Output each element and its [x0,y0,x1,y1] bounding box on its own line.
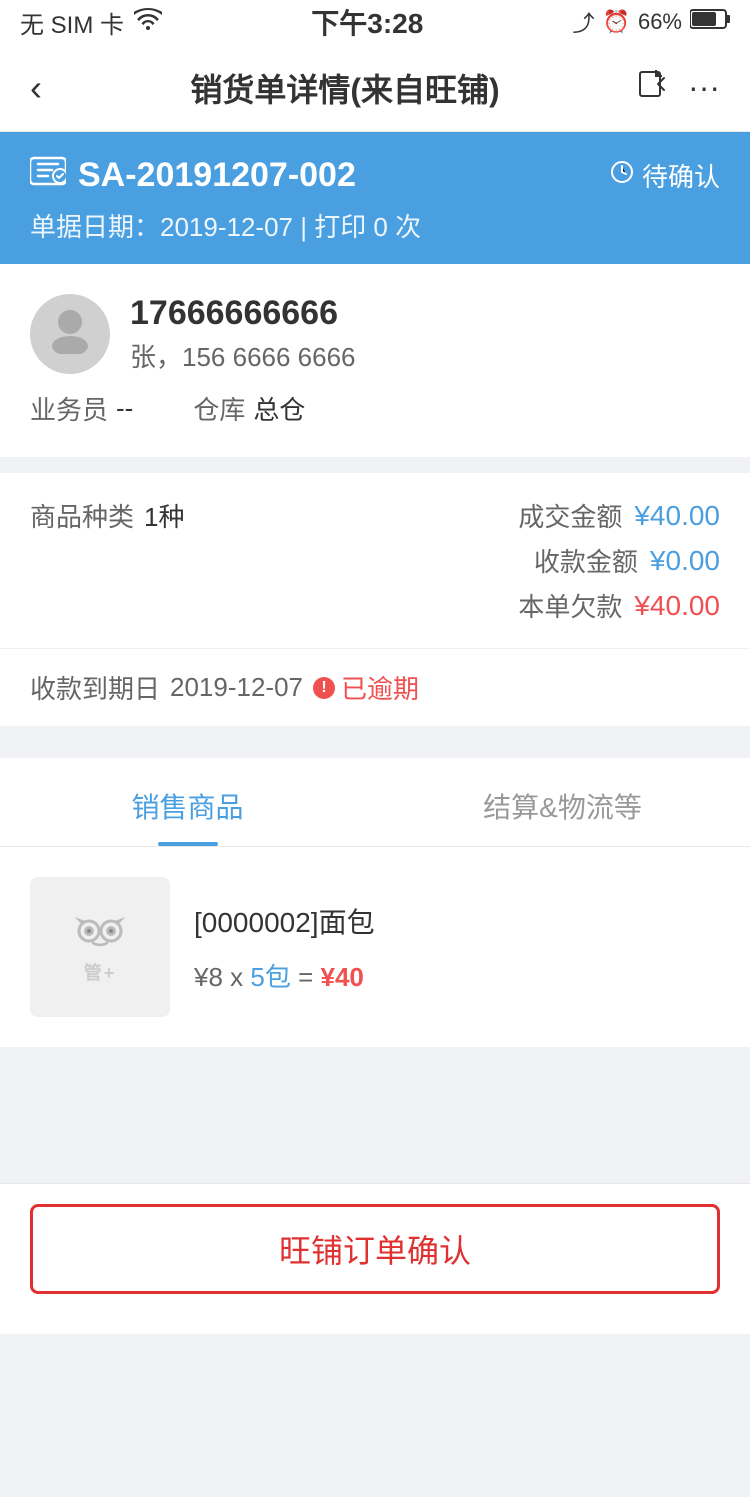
product-logo: 管+ [65,909,135,985]
bottom-bar: 旺铺订单确认 [0,1183,750,1334]
divider-2 [0,726,750,742]
product-thumbnail: 管+ [30,877,170,1017]
tabs-section: 销售商品 结算&物流等 管+ [0,758,750,1047]
overdue-icon: ! [313,677,335,699]
status-left: 无 SIM 卡 [20,5,162,40]
overdue-text: 已逾期 [341,669,419,706]
status-time: 下午3:28 [311,2,423,42]
product-type-label: 商品种类 [30,497,134,534]
order-id: SA-20191207-002 [30,156,356,195]
owed-amount-label: 本单欠款 [518,587,622,624]
received-amount-value: ¥0.00 [650,545,720,577]
deal-amount-label: 成交金额 [518,497,622,534]
salesperson-value: -- [116,393,133,424]
tabs-bar: 销售商品 结算&物流等 [0,758,750,847]
page-title: 销货单详情(来自旺铺) [90,65,600,111]
warehouse-value: 总仓 [253,390,305,427]
avatar [30,294,110,374]
order-header: SA-20191207-002 待确认 单据日期：2019-12-07 | 打印… [0,132,750,264]
warehouse-label: 仓库 [193,390,245,427]
customer-name: 张，156 6666 6666 [130,337,356,374]
owed-amount-value: ¥40.00 [634,590,720,622]
product-info: [0000002]面包 ¥8 x 5包 = ¥40 [194,901,720,994]
status-right: ⤴ ⏰ 66% [573,6,730,38]
equals-text: = [291,962,321,992]
deal-amount-value: ¥40.00 [634,500,720,532]
clock-icon [610,160,634,191]
customer-section: 17666666666 张，156 6666 6666 业务员 -- 仓库 总仓 [0,264,750,457]
nav-bar: ‹ 销货单详情(来自旺铺) ··· [0,44,750,132]
overdue-badge: ! 已逾期 [313,669,419,706]
received-amount-label: 收款金额 [534,542,638,579]
price-text: ¥8 x [194,962,250,992]
due-date-value: 2019-12-07 [170,672,303,703]
alarm-icon: ⏰ [603,9,630,35]
battery-icon [690,8,730,36]
location-icon: ⤴ [573,6,595,38]
wifi-icon [134,8,162,37]
nav-actions: ··· [600,68,720,108]
product-logo-text: 管+ [84,959,117,985]
customer-phone: 17666666666 [130,294,356,333]
share-button[interactable] [636,68,668,108]
order-icon [30,156,66,195]
salesperson-label: 业务员 [30,390,108,427]
confirm-button[interactable]: 旺铺订单确认 [30,1204,720,1294]
order-status: 待确认 [610,157,720,194]
divider-1 [0,457,750,473]
status-bar: 无 SIM 卡 下午3:28 ⤴ ⏰ 66% [0,0,750,44]
due-date-section: 收款到期日 2019-12-07 ! 已逾期 [0,648,750,726]
avatar-icon [45,304,95,365]
customer-meta: 业务员 -- 仓库 总仓 [30,390,720,427]
total-value: ¥40 [320,962,363,992]
more-button[interactable]: ··· [688,69,720,106]
sim-status: 无 SIM 卡 [20,5,124,40]
order-date: 单据日期：2019-12-07 | 打印 0 次 [30,207,720,244]
quantity-value: 5包 [250,962,290,992]
tab-sales-products[interactable]: 销售商品 [0,758,375,846]
summary-section: 商品种类 1种 成交金额 ¥40.00 收款金额 ¥0.00 本单欠款 ¥40.… [0,473,750,648]
product-item: 管+ [0000002]面包 ¥8 x 5包 = ¥40 [0,847,750,1047]
product-price: ¥8 x 5包 = ¥40 [194,957,720,994]
due-date-label: 收款到期日 [30,669,160,706]
battery-text: 66% [638,9,682,35]
back-button[interactable]: ‹ [30,67,90,109]
product-type-value: 1种 [144,497,184,534]
tab-settlement[interactable]: 结算&物流等 [375,758,750,846]
product-name: [0000002]面包 [194,901,720,941]
